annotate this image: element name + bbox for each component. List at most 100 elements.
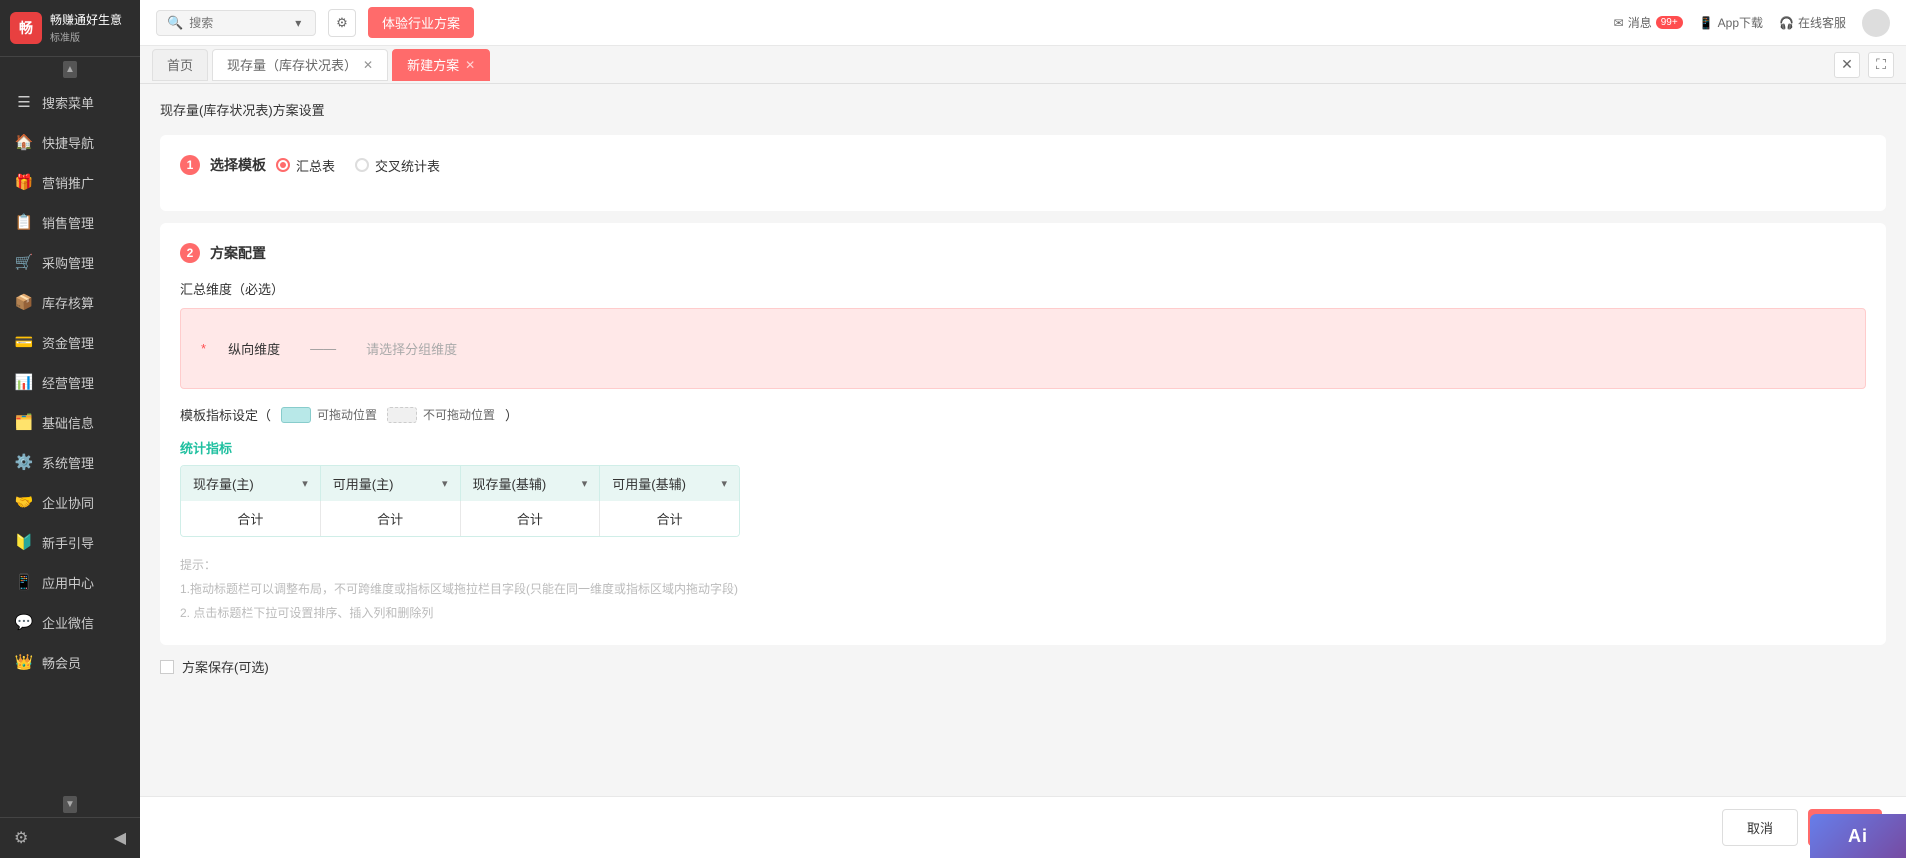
sidebar-item-membership[interactable]: 👑 畅会员 xyxy=(0,642,140,682)
radio-cross[interactable] xyxy=(355,158,369,172)
stats-col-header-3[interactable]: 可用量(基辅) ▾ xyxy=(600,466,739,501)
save-checkbox[interactable] xyxy=(160,660,174,674)
dimension-placeholder: 请选择分组维度 xyxy=(366,339,457,358)
sidebar-item-cooperation[interactable]: 🤝 企业协同 xyxy=(0,482,140,522)
tab-label-home: 首页 xyxy=(167,55,193,74)
tab-inventory-status[interactable]: 现存量（库存状况表） ✕ xyxy=(212,49,388,81)
sidebar-item-guide[interactable]: 🔰 新手引导 xyxy=(0,522,140,562)
col-dropdown-1[interactable]: ▾ xyxy=(442,477,448,490)
close-tab-action[interactable]: ✕ xyxy=(1834,52,1860,78)
step2-badge: 2 xyxy=(180,243,200,263)
stats-col-header-2[interactable]: 现存量(基辅) ▾ xyxy=(461,466,601,501)
cancel-button[interactable]: 取消 xyxy=(1722,809,1798,846)
search-dropdown-icon[interactable]: ▾ xyxy=(295,16,301,30)
sidebar-label-wechat: 企业微信 xyxy=(42,613,94,632)
tip-item-1: 2. 点击标题栏下拉可设置排序、插入列和删除列 xyxy=(180,601,1866,625)
sidebar-item-system[interactable]: ⚙️ 系统管理 xyxy=(0,442,140,482)
sidebar-item-inventory[interactable]: 📦 库存核算 xyxy=(0,282,140,322)
radio-summary[interactable] xyxy=(276,158,290,172)
sidebar-label-basics: 基础信息 xyxy=(42,413,94,432)
indicator-settings-label: 模板指标设定（ xyxy=(180,405,271,424)
draggable-label: 可拖动位置 xyxy=(317,406,377,423)
step2-title: 方案配置 xyxy=(210,243,266,263)
finance-icon: 💳 xyxy=(14,332,34,352)
sidebar-item-quick-nav[interactable]: 🏠 快捷导航 xyxy=(0,122,140,162)
ai-badge[interactable]: Ai xyxy=(1810,814,1906,858)
scroll-up-btn[interactable]: ▲ xyxy=(63,61,77,78)
stats-col-header-0[interactable]: 现存量(主) ▾ xyxy=(181,466,321,501)
template-option-summary[interactable]: 汇总表 xyxy=(276,156,335,175)
sidebar-label-membership: 畅会员 xyxy=(42,653,81,672)
user-avatar[interactable] xyxy=(1862,9,1890,37)
sidebar-item-purchase[interactable]: 🛒 采购管理 xyxy=(0,242,140,282)
settings-icon[interactable]: ⚙ xyxy=(14,828,28,848)
col-dropdown-2[interactable]: ▾ xyxy=(582,477,588,490)
expand-tab-action[interactable]: ⛶ xyxy=(1868,52,1894,78)
sidebar-label-cooperation: 企业协同 xyxy=(42,493,94,512)
sidebar-label-app-center: 应用中心 xyxy=(42,573,94,592)
toggle-sidebar-icon[interactable]: ◀ xyxy=(114,828,126,848)
scroll-down-btn[interactable]: ▼ xyxy=(63,796,77,813)
wechat-icon: 💬 xyxy=(14,612,34,632)
purchase-icon: 🛒 xyxy=(14,252,34,272)
search-input[interactable] xyxy=(189,16,289,30)
stats-cell-3: 合计 xyxy=(600,501,739,536)
app-version: 标准版 xyxy=(50,29,122,44)
aggregate-label: 汇总维度（必选） xyxy=(180,279,1866,298)
draggable-legend: 可拖动位置 xyxy=(281,406,377,423)
settings-btn[interactable]: ⚙ xyxy=(328,9,356,37)
col-dropdown-0[interactable]: ▾ xyxy=(302,477,308,490)
online-service-btn[interactable]: 🎧 在线客服 xyxy=(1779,14,1846,31)
stats-cell-0: 合计 xyxy=(181,501,321,536)
tabbar-actions: ✕ ⛶ xyxy=(1834,52,1894,78)
search-icon: 🔍 xyxy=(167,15,183,31)
sidebar-item-search-menu[interactable]: ☰ 搜索菜单 xyxy=(0,82,140,122)
sidebar-label-marketing: 营销推广 xyxy=(42,173,94,192)
step1-header: 1 选择模板 汇总表 交叉统计表 xyxy=(180,155,1866,175)
tab-label-inventory-status: 现存量（库存状况表） xyxy=(227,55,357,74)
footer: 取消 查询 xyxy=(140,796,1906,858)
sidebar-item-sales[interactable]: 📋 销售管理 xyxy=(0,202,140,242)
search-box[interactable]: 🔍 ▾ xyxy=(156,10,316,36)
radio-label-cross: 交叉统计表 xyxy=(375,156,440,175)
sidebar-label-guide: 新手引导 xyxy=(42,533,94,552)
message-label: 消息 xyxy=(1628,14,1652,31)
col-label-0: 现存量(主) xyxy=(193,474,254,493)
message-btn[interactable]: ✉ 消息 99+ xyxy=(1614,14,1683,31)
sidebar-item-basics[interactable]: 🗂️ 基础信息 xyxy=(0,402,140,442)
inventory-icon: 📦 xyxy=(14,292,34,312)
tab-new-plan[interactable]: 新建方案✕ xyxy=(392,49,490,81)
col-label-3: 可用量(基辅) xyxy=(612,474,686,493)
col-dropdown-3[interactable]: ▾ xyxy=(721,477,727,490)
dimension-label: 纵向维度 xyxy=(228,339,280,358)
tab-close-inventory-status[interactable]: ✕ xyxy=(363,58,373,72)
page-title: 现存量(库存状况表)方案设置 xyxy=(160,100,1886,119)
indicator-settings-suffix: ） xyxy=(505,405,518,424)
col-label-2: 现存量(基辅) xyxy=(473,474,547,493)
search-menu-icon: ☰ xyxy=(14,92,34,112)
step1-title: 选择模板 xyxy=(210,155,266,175)
tab-close-new-plan[interactable]: ✕ xyxy=(465,58,475,72)
app-download-btn[interactable]: 📱 App下载 xyxy=(1699,14,1763,31)
sidebar-scroll-up[interactable]: ▲ xyxy=(0,57,140,82)
tips-title: 提示： xyxy=(180,553,1866,577)
step2-header: 2 方案配置 xyxy=(180,243,1866,263)
dimension-area[interactable]: * 纵向维度 —— 请选择分组维度 xyxy=(180,308,1866,389)
industry-plan-btn[interactable]: 体验行业方案 xyxy=(368,7,474,38)
tab-home[interactable]: 首页 xyxy=(152,49,208,81)
sidebar-item-marketing[interactable]: 🎁 营销推广 xyxy=(0,162,140,202)
sidebar-item-wechat[interactable]: 💬 企业微信 xyxy=(0,602,140,642)
col-label-1: 可用量(主) xyxy=(333,474,394,493)
sidebar-item-operations[interactable]: 📊 经营管理 xyxy=(0,362,140,402)
sidebar-scroll-down[interactable]: ▼ xyxy=(0,792,140,817)
stats-col-header-1[interactable]: 可用量(主) ▾ xyxy=(321,466,461,501)
sidebar-label-system: 系统管理 xyxy=(42,453,94,472)
sidebar-item-app-center[interactable]: 📱 应用中心 xyxy=(0,562,140,602)
service-label: 在线客服 xyxy=(1798,14,1846,31)
sidebar-item-finance[interactable]: 💳 资金管理 xyxy=(0,322,140,362)
basics-icon: 🗂️ xyxy=(14,412,34,432)
no-drag-box xyxy=(387,407,417,423)
tips-area: 提示：1.拖动标题栏可以调整布局，不可跨维度或指标区域拖拉栏目字段(只能在同一维… xyxy=(180,553,1866,625)
template-option-cross[interactable]: 交叉统计表 xyxy=(355,156,440,175)
logo-icon: 畅 xyxy=(10,12,42,44)
